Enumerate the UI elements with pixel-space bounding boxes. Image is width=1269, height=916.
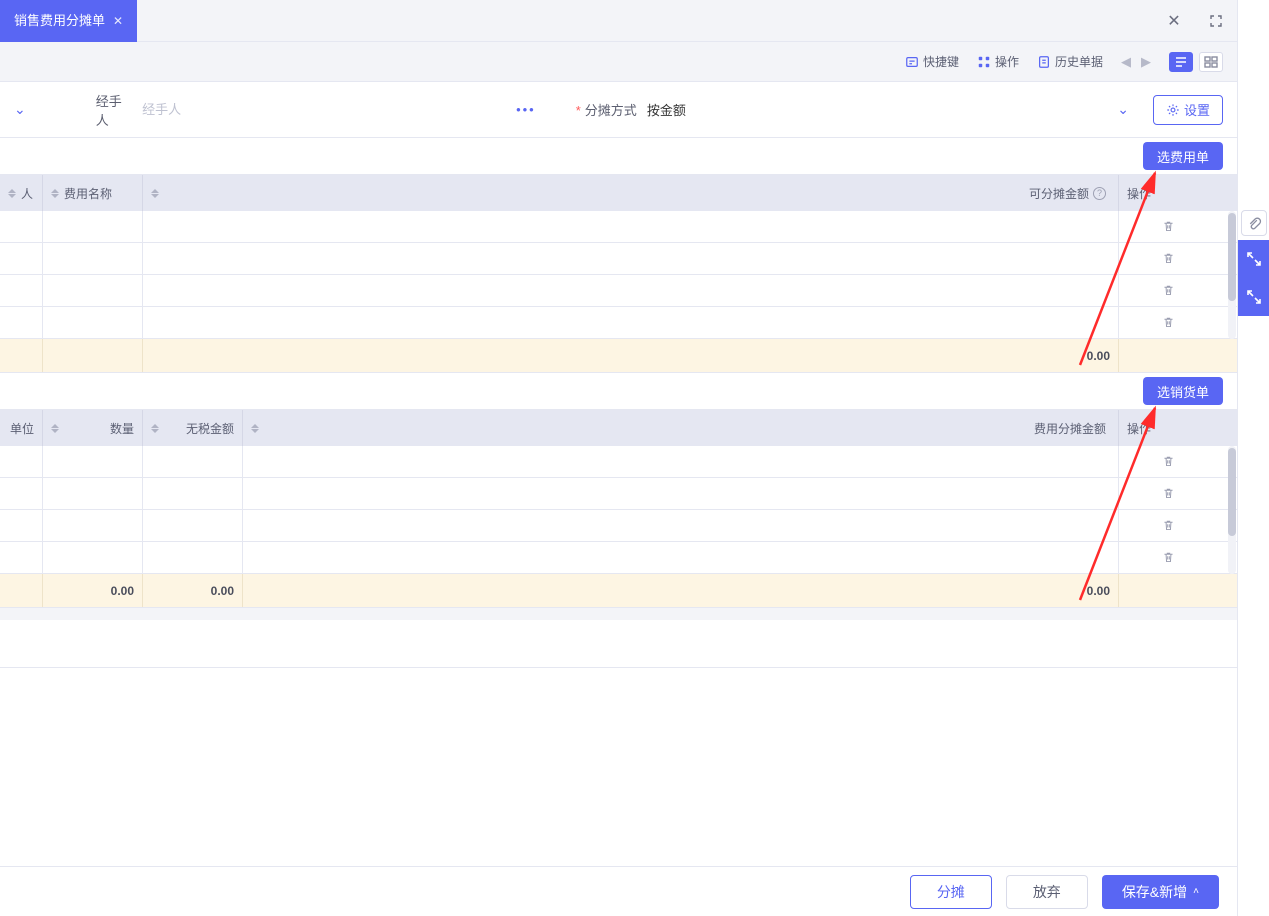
scrollbar[interactable] (1228, 211, 1236, 339)
discard-button[interactable]: 放弃 (1006, 875, 1088, 909)
tab-title: 销售费用分摊单 (14, 0, 105, 42)
col-unit[interactable]: 单位 (10, 420, 34, 437)
table-row (0, 211, 1237, 243)
row-delete-button[interactable] (1119, 243, 1218, 274)
table-row (0, 307, 1237, 339)
tab-sales-cost-alloc[interactable]: 销售费用分摊单 ✕ (0, 0, 137, 42)
table-row (0, 510, 1237, 542)
col-amount-no-tax[interactable]: 无税金额 (186, 420, 234, 437)
select-cost-bill-button[interactable]: 选费用单 (1143, 142, 1223, 170)
attachment-icon[interactable] (1241, 210, 1267, 236)
col-cost-name[interactable]: 费用名称 (64, 185, 112, 202)
sum-alloc-cost: 0.00 (243, 574, 1119, 607)
tab-close-icon[interactable]: ✕ (113, 0, 123, 42)
fullscreen-icon[interactable] (1195, 0, 1237, 42)
allocate-button[interactable]: 分摊 (910, 875, 992, 909)
row-delete-button[interactable] (1119, 275, 1218, 306)
history-label: 历史单据 (1055, 53, 1103, 70)
settings-label: 设置 (1184, 100, 1210, 119)
sum-allocatable: 0.00 (143, 339, 1119, 372)
col-qty[interactable]: 数量 (110, 420, 134, 437)
operate-label: 操作 (995, 53, 1019, 70)
select-sales-bill-button[interactable]: 选销货单 (1143, 377, 1223, 405)
save-and-new-button[interactable]: 保存&新增 ˄ (1102, 875, 1219, 909)
table-row (0, 478, 1237, 510)
table-row (0, 446, 1237, 478)
operate-button[interactable]: 操作 (977, 53, 1019, 70)
col-allocatable[interactable]: 可分摊金额 (1029, 185, 1089, 202)
table-row (0, 275, 1237, 307)
method-value[interactable]: 按金额 (647, 100, 1007, 119)
help-icon[interactable]: ? (1093, 187, 1106, 200)
row-delete-button[interactable] (1119, 478, 1218, 509)
expand-in-icon[interactable] (1238, 278, 1269, 316)
row-delete-button[interactable] (1119, 307, 1218, 338)
table-row (0, 542, 1237, 574)
settings-button[interactable]: 设置 (1153, 95, 1223, 125)
nav-next-icon[interactable]: ▶ (1141, 54, 1151, 70)
handler-label: 经手人 (96, 91, 130, 129)
method-label: *分摊方式 (576, 100, 637, 119)
handler-lookup-icon[interactable]: ••• (516, 102, 536, 117)
sum-amount-no-tax: 0.00 (143, 574, 243, 607)
col-operation-1: 操作 (1127, 185, 1151, 202)
view-grid-button[interactable] (1199, 52, 1223, 72)
view-list-button[interactable] (1169, 52, 1193, 72)
shortcut-button[interactable]: 快捷键 (905, 53, 959, 70)
col-payee-name[interactable]: 人 (21, 185, 33, 202)
row-delete-button[interactable] (1119, 542, 1218, 573)
scrollbar[interactable] (1228, 446, 1236, 574)
row-delete-button[interactable] (1119, 211, 1218, 242)
save-and-new-label: 保存&新增 (1122, 882, 1187, 902)
method-chevron-icon[interactable]: ⌄ (1117, 101, 1129, 118)
form-collapse-icon[interactable]: ⌄ (14, 101, 26, 118)
col-alloc-cost[interactable]: 费用分摊金额 (1034, 420, 1106, 437)
table-row (0, 243, 1237, 275)
nav-prev-icon[interactable]: ◀ (1121, 54, 1131, 70)
history-button[interactable]: 历史单据 (1037, 53, 1103, 70)
chevron-up-icon: ˄ (1193, 886, 1199, 897)
shortcut-label: 快捷键 (923, 53, 959, 70)
col-operation-2: 操作 (1127, 420, 1151, 437)
row-delete-button[interactable] (1119, 510, 1218, 541)
row-delete-button[interactable] (1119, 446, 1218, 477)
handler-input[interactable] (140, 95, 500, 125)
window-close-icon[interactable]: ✕ (1153, 0, 1195, 42)
sum-qty: 0.00 (43, 574, 143, 607)
expand-out-icon[interactable] (1238, 240, 1269, 278)
